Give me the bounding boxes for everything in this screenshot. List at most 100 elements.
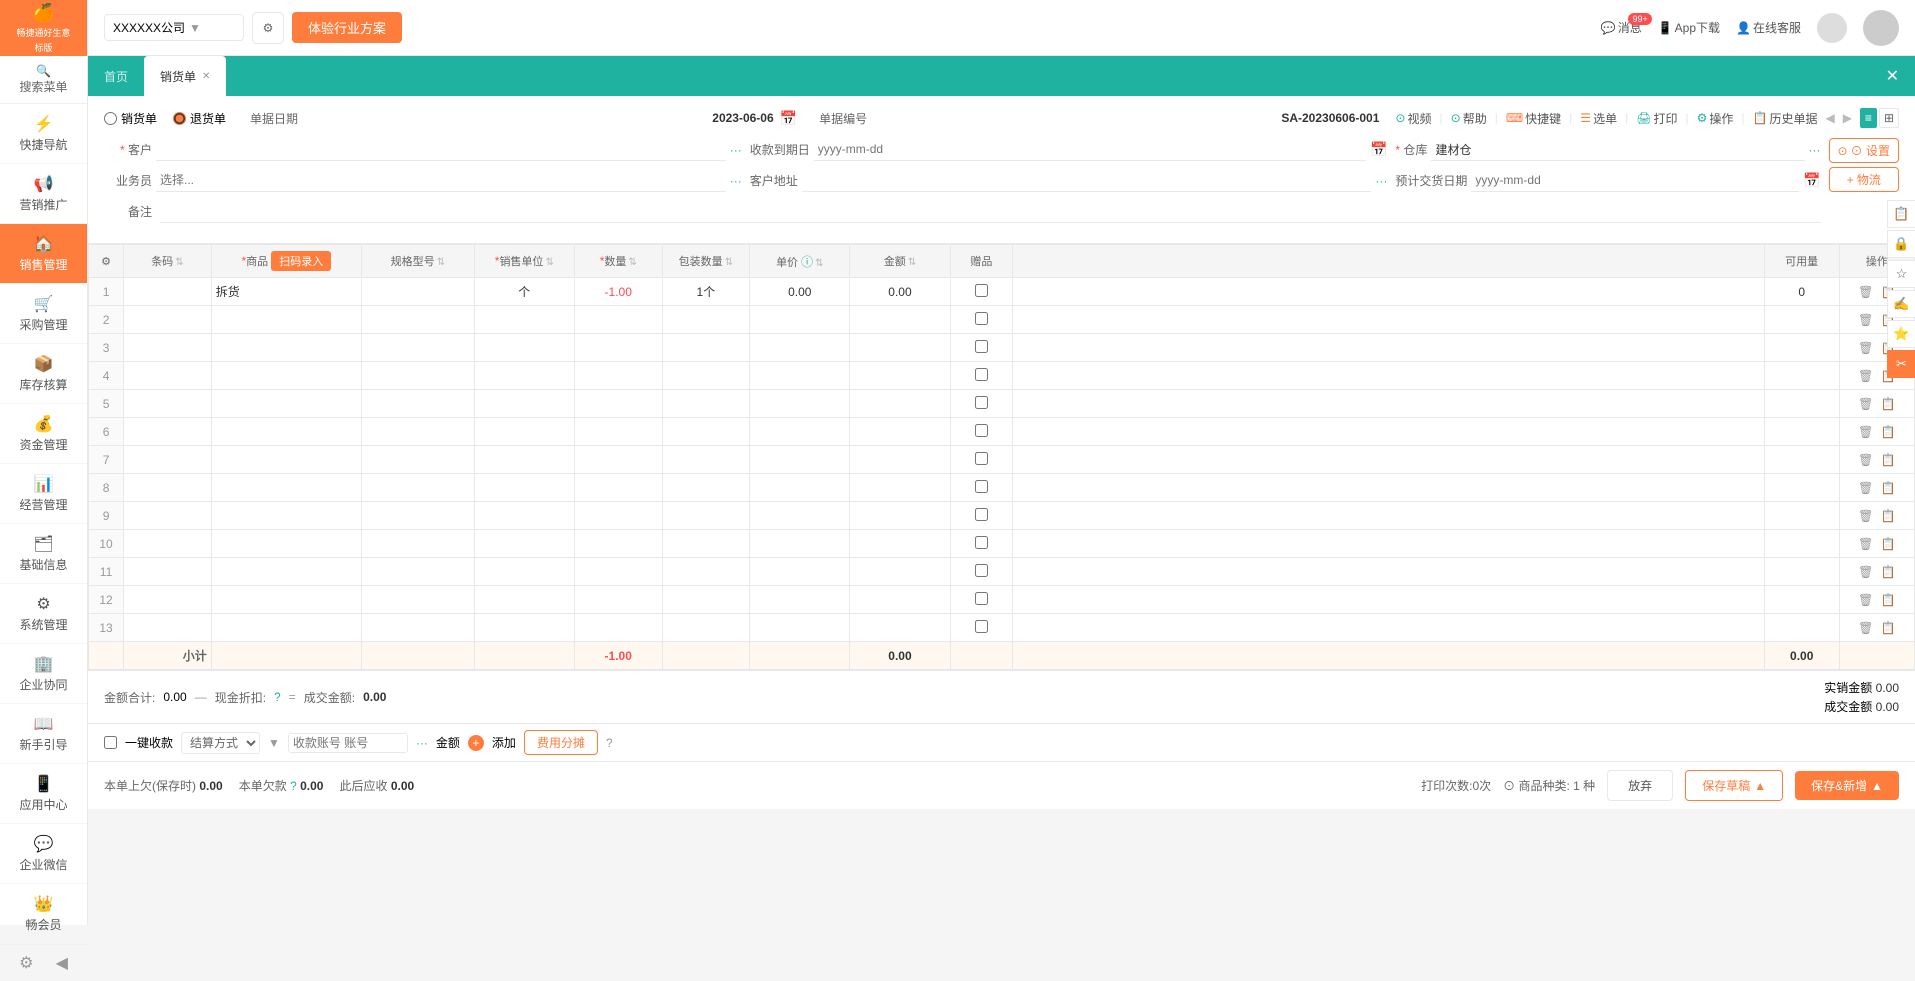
float-btn-1[interactable]: 📋 [1887,200,1915,228]
sidebar-item-quick[interactable]: ⚡ 快捷导航 [0,104,87,164]
expense-help-icon[interactable]: ? [606,736,613,750]
warehouse-dots-icon[interactable]: ··· [1809,143,1821,157]
collapse-icon[interactable]: ◀ [56,953,68,973]
customer-addr-input[interactable] [802,169,1372,192]
row-pkg-qty[interactable]: 1个 [662,278,750,306]
row-product[interactable] [211,334,361,362]
row-product[interactable] [211,586,361,614]
row-pkg-qty[interactable] [662,586,750,614]
app-download-button[interactable]: 📱 App下载 [1658,19,1720,36]
row-barcode[interactable] [124,502,212,530]
row-unit-price[interactable]: 0.00 [750,278,850,306]
row-pkg-qty[interactable] [662,418,750,446]
row-pkg-qty[interactable] [662,362,750,390]
tab-sales-order[interactable]: 销货单 ✕ [144,56,226,96]
row-unit-price[interactable] [750,390,850,418]
note-input[interactable] [160,200,1821,223]
row-gift[interactable] [950,530,1013,558]
row-barcode[interactable] [124,614,212,642]
row-pkg-qty[interactable] [662,474,750,502]
expected-date-calendar-icon[interactable]: 📅 [1803,172,1820,189]
row-amount[interactable] [850,474,950,502]
settings-button[interactable]: ⚙ [252,12,284,44]
delete-row-icon[interactable]: 🗑 [1858,481,1873,495]
expense-split-btn[interactable]: 费用分摊 [524,730,598,755]
row-spec[interactable] [362,558,475,586]
row-spec[interactable] [362,530,475,558]
row-pkg-qty[interactable] [662,446,750,474]
add-payment-button[interactable]: + [468,735,484,751]
online-service-button[interactable]: 👤 在线客服 [1736,19,1801,36]
sidebar-item-base[interactable]: 🗂 基础信息 [0,524,87,584]
row-unit-price[interactable] [750,334,850,362]
print-btn[interactable]: 🖨 打印 [1636,110,1677,127]
float-btn-6[interactable]: ✂ [1887,350,1915,378]
row-unit[interactable] [474,334,574,362]
view-grid-btn[interactable]: ⊞ [1879,108,1899,128]
account-dots-icon[interactable]: ··· [416,736,428,750]
tab-close-icon[interactable]: ✕ [202,71,210,82]
row-spec[interactable] [362,474,475,502]
row-spec[interactable] [362,306,475,334]
row-amount[interactable] [850,390,950,418]
delete-row-icon[interactable]: 🗑 [1858,285,1873,299]
owed-help-icon[interactable]: ? [290,779,297,793]
row-product[interactable]: 拆货 [211,278,361,306]
row-qty[interactable] [574,390,662,418]
row-product[interactable] [211,530,361,558]
row-amount[interactable] [850,530,950,558]
row-amount[interactable] [850,502,950,530]
row-product[interactable] [211,446,361,474]
radio-return[interactable]: 退货单 [173,110,226,127]
row-product[interactable] [211,362,361,390]
row-unit-price[interactable] [750,446,850,474]
row-unit[interactable] [474,530,574,558]
row-qty[interactable] [574,586,662,614]
row-gift[interactable] [950,306,1013,334]
row-barcode[interactable] [124,306,212,334]
row-pkg-qty[interactable] [662,306,750,334]
customer-input[interactable] [156,138,726,161]
row-gift[interactable] [950,362,1013,390]
sidebar-item-guide[interactable]: 📖 新手引导 [0,704,87,764]
sidebar-item-sales[interactable]: 🏠 销售管理 [0,224,87,284]
row-unit-price[interactable] [750,614,850,642]
avatar[interactable] [1817,13,1847,43]
sidebar-item-enterprise[interactable]: 🏢 企业协同 [0,644,87,704]
scan-button[interactable]: 扫码录入 [271,251,331,271]
save-draft-button[interactable]: 保存草稿 ▲ [1685,770,1783,801]
trial-button[interactable]: 体验行业方案 [292,12,402,43]
row-qty[interactable] [574,474,662,502]
row-qty[interactable] [574,502,662,530]
tab-home[interactable]: 首页 [88,56,144,96]
row-spec[interactable] [362,446,475,474]
nav-next-icon[interactable]: ▶ [1843,111,1852,125]
row-pkg-qty[interactable] [662,558,750,586]
logistics-btn[interactable]: + 物流 [1829,167,1899,192]
one-click-checkbox[interactable] [104,736,117,749]
discount-help-icon[interactable]: ? [274,690,281,704]
sidebar-item-member[interactable]: 👑 畅会员 [0,884,87,944]
row-spec[interactable] [362,278,475,306]
sidebar-item-apps[interactable]: 📱 应用中心 [0,764,87,824]
row-unit[interactable] [474,474,574,502]
row-unit-price[interactable] [750,558,850,586]
video-btn[interactable]: ⊙ 视频 [1395,110,1431,127]
sidebar-item-inventory[interactable]: 📦 库存核算 [0,344,87,404]
copy-row-icon[interactable]: 📋 [1881,537,1896,551]
row-spec[interactable] [362,502,475,530]
copy-row-icon[interactable]: 📋 [1881,621,1896,635]
delete-row-icon[interactable]: 🗑 [1858,369,1873,383]
row-amount[interactable] [850,614,950,642]
copy-row-icon[interactable]: 📋 [1881,509,1896,523]
payment-method-select[interactable]: 结算方式 [181,732,260,754]
sidebar-item-system[interactable]: ⚙ 系统管理 [0,584,87,644]
row-spec[interactable] [362,362,475,390]
customer-dots-icon[interactable]: ··· [730,143,742,157]
row-amount[interactable] [850,334,950,362]
row-spec[interactable] [362,390,475,418]
row-gift[interactable] [950,502,1013,530]
row-unit[interactable] [474,558,574,586]
row-gift[interactable] [950,558,1013,586]
row-product[interactable] [211,558,361,586]
